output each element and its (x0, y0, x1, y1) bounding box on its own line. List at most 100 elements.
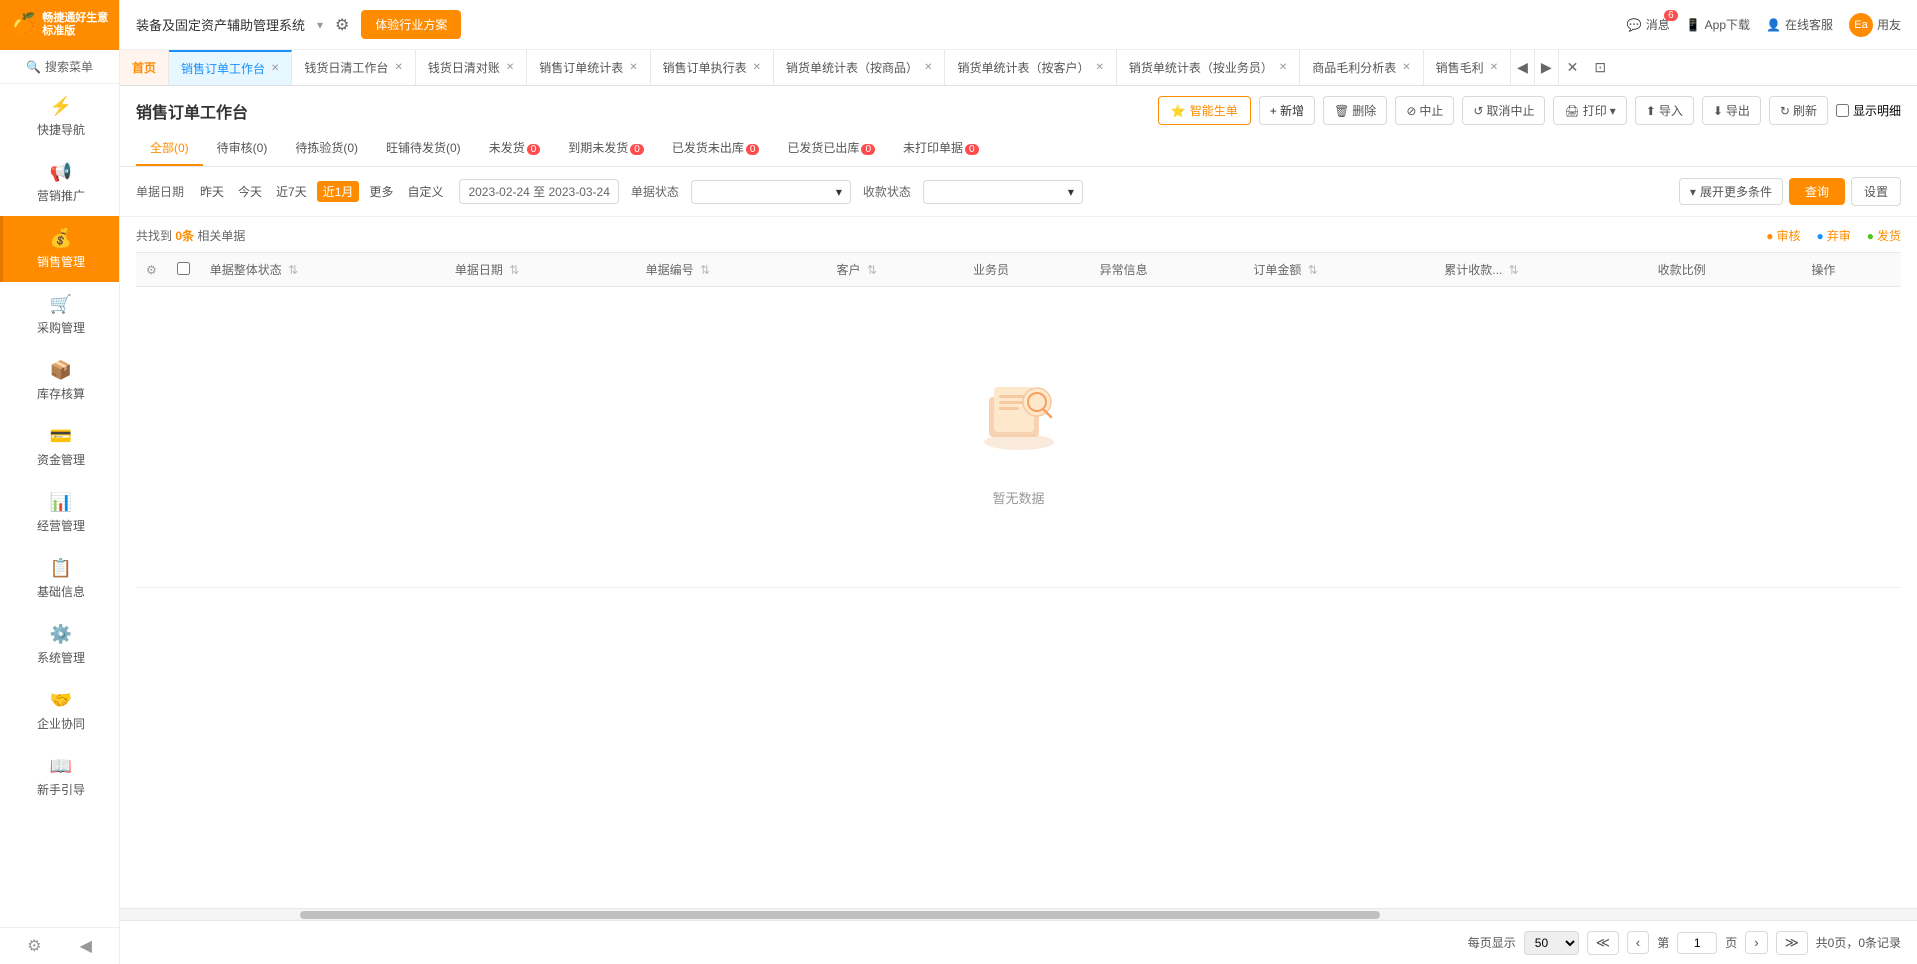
tab-close-sales-stat[interactable]: ✕ (629, 62, 637, 73)
tab-close-margin-analysis[interactable]: ✕ (1402, 62, 1410, 73)
tab-close-sales-margin[interactable]: ✕ (1490, 62, 1498, 73)
cancel-audit-btn[interactable]: ● 弃审 (1816, 227, 1850, 244)
col-accumulated-payment[interactable]: 累计收款... ⇅ (1434, 253, 1647, 287)
show-detail-label[interactable]: 显示明细 (1836, 102, 1901, 119)
tab-ship-customer[interactable]: 销货单统计表（按客户） ✕ (945, 50, 1116, 86)
tab-sales-stat[interactable]: 销售订单统计表 ✕ (527, 50, 650, 86)
setting-btn[interactable]: 设置 (1851, 177, 1901, 206)
app-download-btn[interactable]: 📱 App下载 (1686, 16, 1750, 33)
sidebar-item-inventory[interactable]: 📦 库存核算 (0, 348, 119, 414)
topbar-gear-icon[interactable]: ⚙ (335, 15, 349, 35)
sidebar-item-system[interactable]: ⚙️ 系统管理 (0, 612, 119, 678)
tab-margin-analysis[interactable]: 商品毛利分析表 ✕ (1300, 50, 1423, 86)
tab-cash-daily[interactable]: 钱货日清工作台 ✕ (292, 50, 415, 86)
date-range-input[interactable]: 2023-02-24 至 2023-03-24 (459, 179, 618, 204)
show-detail-checkbox[interactable] (1836, 104, 1849, 117)
print-btn[interactable]: 🖨 打印 ▾ (1553, 96, 1626, 125)
tab-cash-reconcile[interactable]: 钱货日清对账 ✕ (416, 50, 527, 86)
tab-maximize-btn[interactable]: ⊡ (1586, 50, 1614, 86)
col-order-amount[interactable]: 订单金额 ⇅ (1243, 253, 1434, 287)
date-yesterday-btn[interactable]: 昨天 (196, 181, 228, 202)
tab-ship-product[interactable]: 销货单统计表（按商品） ✕ (774, 50, 945, 86)
col-gear[interactable]: ⚙ (136, 253, 167, 287)
select-all-checkbox[interactable] (177, 262, 190, 275)
col-doc-status[interactable]: 单据整体状态 ⇅ (200, 253, 445, 287)
prev-page-btn[interactable]: ‹ (1627, 931, 1649, 954)
ship-btn[interactable]: ● 发货 (1867, 227, 1901, 244)
subtab-shipped-not-out[interactable]: 已发货未出库0 (658, 131, 774, 166)
scrollbar-thumb[interactable] (300, 911, 1380, 919)
date-more-btn[interactable]: 更多 (365, 181, 397, 202)
subtab-unprinted[interactable]: 未打印单据0 (889, 131, 993, 166)
subtab-shipped-out[interactable]: 已发货已出库0 (773, 131, 889, 166)
sidebar-item-sales[interactable]: 💰 销售管理 (0, 216, 119, 282)
tab-next-btn[interactable]: ▶ (1535, 50, 1559, 86)
sidebar-item-quicknav[interactable]: ⚡ 快捷导航 (0, 84, 119, 150)
collapse-icon[interactable]: ◀ (80, 936, 92, 956)
tab-close-cash-reconcile[interactable]: ✕ (506, 62, 514, 73)
tab-ship-staff[interactable]: 销货单统计表（按业务员） ✕ (1117, 50, 1300, 86)
sidebar-item-basic[interactable]: 📋 基础信息 (0, 546, 119, 612)
tab-home[interactable]: 首页 (120, 50, 169, 86)
sidebar-item-purchase[interactable]: 🛒 采购管理 (0, 282, 119, 348)
tab-close-sales-workbench[interactable]: ✕ (271, 63, 279, 74)
settings-bottom-icon[interactable]: ⚙ (27, 936, 41, 956)
subtab-unshipped[interactable]: 未发货0 (475, 131, 555, 166)
page-size-select[interactable]: 50 100 200 (1524, 931, 1579, 955)
tab-sales-workbench[interactable]: 销售订单工作台 ✕ (169, 50, 292, 86)
date-7days-btn[interactable]: 近7天 (272, 181, 311, 202)
tab-prev-btn[interactable]: ◀ (1511, 50, 1535, 86)
subtab-overdue-unshipped[interactable]: 到期未发货0 (554, 131, 658, 166)
message-btn[interactable]: 💬 消息 6 (1627, 16, 1670, 33)
user-profile-btn[interactable]: Ea 用友 (1849, 13, 1901, 37)
col-doc-date[interactable]: 单据日期 ⇅ (445, 253, 636, 287)
refresh-btn[interactable]: ↻ 刷新 (1769, 96, 1828, 125)
subtab-pending-review[interactable]: 待审核(0) (203, 131, 282, 166)
tab-sales-margin[interactable]: 销售毛利 ✕ (1424, 50, 1511, 86)
import-btn[interactable]: ⬆ 导入 (1635, 96, 1694, 125)
expand-conditions-btn[interactable]: ▾ 展开更多条件 (1679, 178, 1783, 205)
tab-close-all-btn[interactable]: ✕ (1559, 50, 1587, 86)
status-select[interactable]: ▾ (691, 180, 851, 204)
audit-btn[interactable]: ● 审核 (1766, 227, 1800, 244)
sidebar-item-operation[interactable]: 📊 经营管理 (0, 480, 119, 546)
sidebar-item-enterprise[interactable]: 🤝 企业协同 (0, 678, 119, 744)
col-customer[interactable]: 客户 ⇅ (826, 253, 963, 287)
sidebar-item-marketing[interactable]: 📢 营销推广 (0, 150, 119, 216)
ai-generate-btn[interactable]: ⭐ 智能生单 (1158, 96, 1251, 125)
payment-select[interactable]: ▾ (923, 180, 1083, 204)
delete-btn[interactable]: 🗑 删除 (1323, 96, 1387, 125)
sidebar-item-finance[interactable]: 💳 资金管理 (0, 414, 119, 480)
tab-sales-exec[interactable]: 销售订单执行表 ✕ (651, 50, 774, 86)
col-doc-no[interactable]: 单据编号 ⇅ (636, 253, 827, 287)
sidebar-search[interactable]: 🔍 搜索菜单 (0, 50, 119, 84)
horizontal-scrollbar[interactable] (120, 908, 1917, 920)
export-btn[interactable]: ⬇ 导出 (1702, 96, 1761, 125)
last-page-btn[interactable]: ≫ (1776, 931, 1808, 955)
solution-button[interactable]: 体验行业方案 (361, 10, 461, 39)
page-input[interactable] (1677, 932, 1717, 954)
sidebar-item-guide[interactable]: 📖 新手引导 (0, 744, 119, 810)
tab-close-cash-daily[interactable]: ✕ (394, 62, 402, 73)
cancel-stop-btn[interactable]: ↺ 取消中止 (1462, 96, 1545, 125)
date-1month-btn[interactable]: 近1月 (317, 181, 360, 202)
tab-close-ship-customer[interactable]: ✕ (1095, 62, 1103, 73)
subtab-all[interactable]: 全部(0) (136, 131, 203, 166)
subtab-pending-inspect[interactable]: 待拣验货(0) (281, 131, 372, 166)
stop-btn[interactable]: ⊘ 中止 (1395, 96, 1454, 125)
date-custom-btn[interactable]: 自定义 (403, 181, 447, 202)
online-service-btn[interactable]: 👤 在线客服 (1766, 16, 1833, 33)
tab-close-ship-product[interactable]: ✕ (924, 62, 932, 73)
first-page-btn[interactable]: ≪ (1587, 931, 1619, 955)
tab-close-sales-exec[interactable]: ✕ (753, 62, 761, 73)
query-btn[interactable]: 查询 (1789, 178, 1845, 205)
new-btn[interactable]: + 新增 (1259, 96, 1315, 125)
subtab-wangpu-ship[interactable]: 旺铺待发货(0) (372, 131, 475, 166)
next-page-btn[interactable]: › (1745, 931, 1767, 954)
date-today-btn[interactable]: 今天 (234, 181, 266, 202)
empty-text: 暂无数据 (992, 488, 1044, 507)
col-checkbox[interactable] (167, 253, 200, 287)
tab-close-ship-staff[interactable]: ✕ (1279, 62, 1287, 73)
page-content: 销售订单工作台 ⭐ 智能生单 + 新增 🗑 删除 ⊘ 中止 ↺ 取消中止 (120, 86, 1917, 964)
system-title: 装备及固定资产辅助管理系统 (136, 15, 305, 34)
